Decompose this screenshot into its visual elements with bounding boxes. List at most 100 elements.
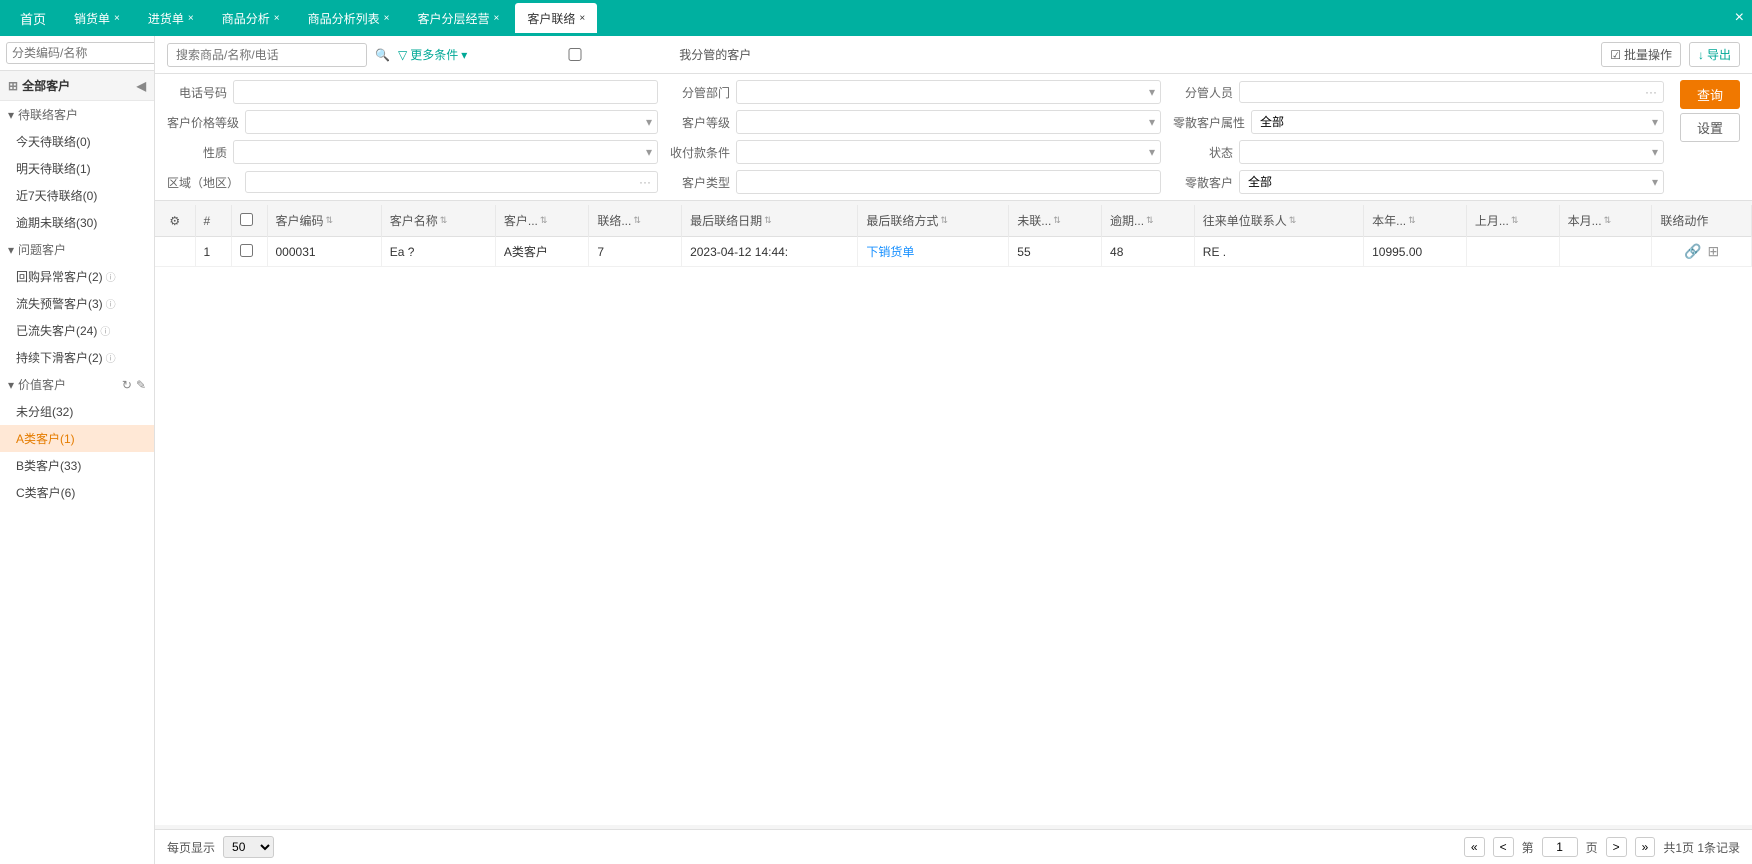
- col-this-year[interactable]: 本年... ⇅: [1364, 205, 1467, 237]
- manager-input[interactable]: [1246, 85, 1639, 99]
- nav-customer-tier[interactable]: 客户分层经营 ×: [405, 3, 511, 33]
- row-unit-contact-cell: RE .: [1194, 237, 1363, 267]
- close-analysis-tab[interactable]: ×: [274, 13, 280, 24]
- customer-level-select[interactable]: [736, 110, 1161, 134]
- col-last-date[interactable]: 最后联络日期 ⇅: [682, 205, 858, 237]
- sort-icon-way: ⇅: [940, 215, 948, 226]
- close-sales-tab[interactable]: ×: [114, 13, 120, 24]
- export-btn[interactable]: ↓ 导出: [1689, 42, 1740, 67]
- contact-link-icon[interactable]: 🔗: [1684, 243, 1701, 260]
- select-all-checkbox[interactable]: [240, 213, 253, 226]
- payment-select[interactable]: [736, 140, 1161, 164]
- already-lost[interactable]: 已流失客户(24) ⓘ: [0, 317, 154, 344]
- grid-action-icon[interactable]: ⊞: [1708, 243, 1720, 260]
- tomorrow-pending[interactable]: 明天待联络(1): [0, 155, 154, 182]
- overdue-pending[interactable]: 逾期未联络(30): [0, 209, 154, 236]
- row-overdue-cell: 48: [1102, 237, 1195, 267]
- filter-icon: ▽: [398, 48, 407, 62]
- row-checkbox[interactable]: [240, 244, 253, 257]
- col-code[interactable]: 客户编码 ⇅: [267, 205, 381, 237]
- query-button[interactable]: 查询: [1680, 80, 1740, 109]
- price-level-select[interactable]: [245, 110, 658, 134]
- prev-page-btn[interactable]: <: [1493, 837, 1514, 857]
- close-customer-tier-tab[interactable]: ×: [493, 13, 499, 24]
- nav-customer-contact[interactable]: 客户联络 ×: [515, 3, 597, 33]
- pending-contact-section[interactable]: ▾ 待联络客户: [0, 101, 154, 128]
- nav-home[interactable]: 首页: [8, 3, 58, 33]
- row-year-cell: 10995.00: [1364, 237, 1467, 267]
- pagination-bar: 每页显示 50 100 200 « < 第 页 > » 共1页 1条记录: [155, 829, 1752, 864]
- last-page-btn[interactable]: »: [1635, 837, 1656, 857]
- col-settings[interactable]: ⚙: [155, 205, 195, 237]
- close-purchase-tab[interactable]: ×: [188, 13, 194, 24]
- col-overdue[interactable]: 逾期... ⇅: [1102, 205, 1195, 237]
- more-conditions-btn[interactable]: ▽ 更多条件 ▾: [398, 46, 467, 63]
- continuous-decline[interactable]: 持续下滑客户(2) ⓘ: [0, 344, 154, 371]
- filter-row-3: 性质 ▾ 收付款条件: [167, 140, 1664, 164]
- abnormal-repurchase[interactable]: 回购异常客户(2) ⓘ: [0, 263, 154, 290]
- customer-type-input[interactable]: [736, 170, 1161, 194]
- retail-attr-select[interactable]: 全部: [1251, 110, 1664, 134]
- my-customers-checkbox[interactable]: [475, 48, 675, 61]
- status-select[interactable]: [1239, 140, 1664, 164]
- next-page-btn[interactable]: >: [1606, 837, 1627, 857]
- settings-button[interactable]: 设置: [1680, 113, 1740, 142]
- info-icon-2[interactable]: ⓘ: [106, 296, 116, 311]
- col-no-contact[interactable]: 未联... ⇅: [1009, 205, 1102, 237]
- c-class-customers[interactable]: C类客户(6): [0, 479, 154, 506]
- close-customer-contact-tab[interactable]: ×: [579, 13, 585, 24]
- close-all-tabs[interactable]: ×: [1735, 9, 1744, 27]
- nav-analysis[interactable]: 商品分析 ×: [210, 3, 292, 33]
- nav-analysis-list[interactable]: 商品分析列表 ×: [296, 3, 402, 33]
- edit-icon[interactable]: ✎: [136, 378, 146, 392]
- data-table: ⚙ # 客户编码 ⇅ 客户名称 ⇅: [155, 205, 1752, 267]
- my-customers-filter[interactable]: 我分管的客户: [475, 46, 751, 63]
- today-pending[interactable]: 今天待联络(0): [0, 128, 154, 155]
- nature-select[interactable]: [233, 140, 658, 164]
- info-icon-4[interactable]: ⓘ: [106, 350, 116, 365]
- region-input[interactable]: [252, 175, 633, 189]
- col-last-way[interactable]: 最后联络方式 ⇅: [858, 205, 1009, 237]
- problem-customer-section[interactable]: ▾ 问题客户: [0, 236, 154, 263]
- info-icon-1[interactable]: ⓘ: [106, 269, 116, 284]
- data-table-container[interactable]: ⚙ # 客户编码 ⇅ 客户名称 ⇅: [155, 205, 1752, 825]
- nav-sales[interactable]: 销货单 ×: [62, 3, 132, 33]
- dept-select[interactable]: [736, 80, 1161, 104]
- all-customers-header[interactable]: ⊞ 全部客户 ◀: [0, 71, 154, 101]
- b-class-customers[interactable]: B类客户(33): [0, 452, 154, 479]
- batch-ops-btn[interactable]: ☑ 批量操作: [1601, 42, 1681, 67]
- unclassified-group[interactable]: 未分组(32): [0, 398, 154, 425]
- col-unit-contact[interactable]: 往来单位联系人 ⇅: [1194, 205, 1363, 237]
- customer-level-field: 客户等级 ▾: [670, 110, 1161, 134]
- col-this-month[interactable]: 本月... ⇅: [1559, 205, 1652, 237]
- region-dots-icon[interactable]: ···: [639, 175, 651, 189]
- search-icon[interactable]: 🔍: [375, 48, 390, 62]
- close-analysis-list-tab[interactable]: ×: [384, 13, 390, 24]
- col-name[interactable]: 客户名称 ⇅: [381, 205, 495, 237]
- info-icon-3[interactable]: ⓘ: [100, 323, 110, 338]
- sort-icon-last-month: ⇅: [1511, 215, 1519, 226]
- retail-customer-select[interactable]: 全部: [1239, 170, 1664, 194]
- col-type[interactable]: 客户... ⇅: [495, 205, 588, 237]
- chevron-icon: ▾: [461, 48, 467, 62]
- col-contacts[interactable]: 联络... ⇅: [589, 205, 682, 237]
- status-field: 状态 ▾: [1173, 140, 1664, 164]
- first-page-btn[interactable]: «: [1464, 837, 1485, 857]
- a-class-customers[interactable]: A类客户(1): [0, 425, 154, 452]
- week-pending[interactable]: 近7天待联络(0): [0, 182, 154, 209]
- search-input[interactable]: [167, 43, 367, 67]
- loss-warning[interactable]: 流失预警客户(3) ⓘ: [0, 290, 154, 317]
- collapse-icon[interactable]: ◀: [137, 79, 146, 93]
- price-level-label: 客户价格等级: [167, 114, 239, 131]
- value-customer-section[interactable]: ▾ 价值客户 ↻ ✎: [0, 371, 154, 398]
- last-way-link[interactable]: 下销货单: [866, 245, 914, 259]
- page-number-input[interactable]: [1542, 837, 1578, 857]
- nav-purchase[interactable]: 进货单 ×: [136, 3, 206, 33]
- phone-input[interactable]: [233, 80, 658, 104]
- refresh-icon[interactable]: ↻: [122, 378, 132, 392]
- manager-dots-icon[interactable]: ···: [1645, 85, 1657, 99]
- page-size-select[interactable]: 50 100 200: [223, 836, 274, 858]
- sidebar-search-input[interactable]: [6, 42, 155, 64]
- col-last-month[interactable]: 上月... ⇅: [1466, 205, 1559, 237]
- phone-label: 电话号码: [167, 84, 227, 101]
